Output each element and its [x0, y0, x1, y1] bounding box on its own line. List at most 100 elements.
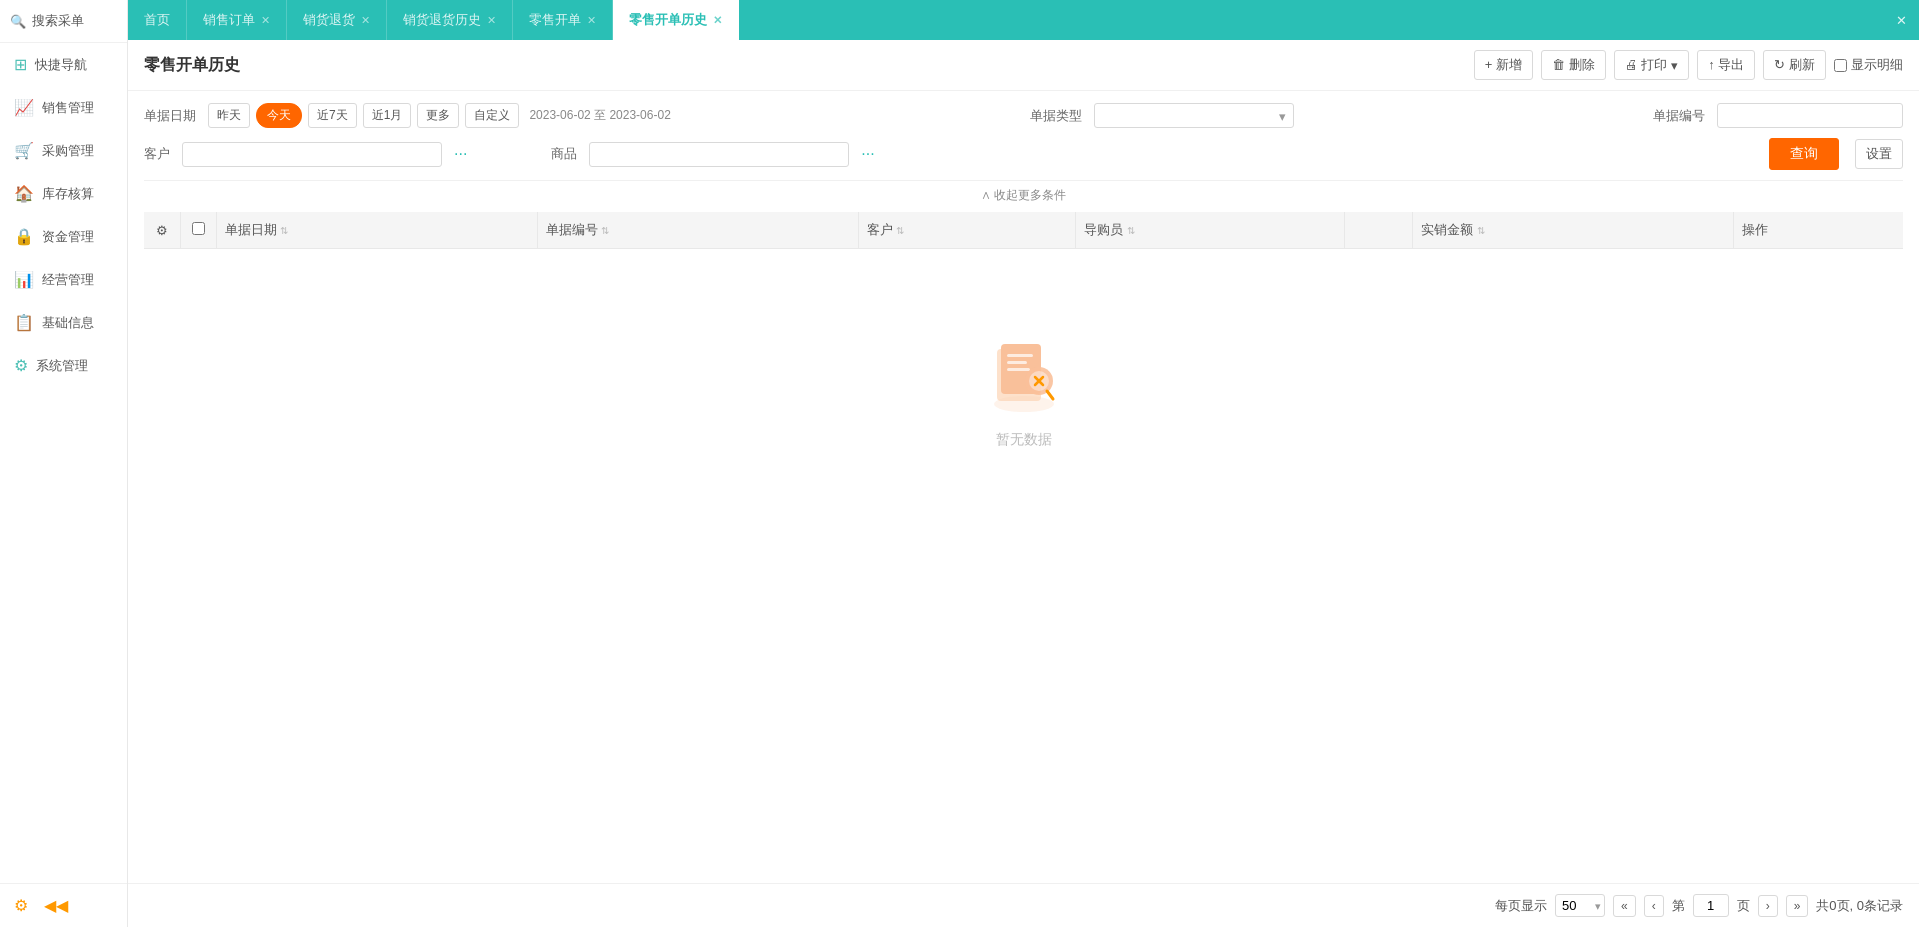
finance-icon: 🔒: [14, 227, 34, 246]
page-suffix: 页: [1737, 897, 1750, 915]
main-content: 首页 销售订单 ✕ 销货退货 ✕ 销货退货历史 ✕ 零售开单 ✕ 零售开单历史 …: [128, 0, 1919, 927]
filter-row-customer: 客户 ··· 商品 ··· 查询 设置: [144, 138, 1903, 170]
tab-retail-open[interactable]: 零售开单 ✕: [513, 0, 613, 40]
sidebar-item-label: 快捷导航: [35, 56, 87, 74]
display-detail-checkbox[interactable]: 显示明细: [1834, 56, 1903, 74]
display-detail-input[interactable]: [1834, 59, 1847, 72]
th-number[interactable]: 单据编号 ⇅: [537, 212, 858, 249]
sidebar-item-inventory[interactable]: 🏠 库存核算: [0, 172, 127, 215]
number-input[interactable]: [1717, 103, 1903, 128]
sidebar-item-system[interactable]: ⚙ 系统管理: [0, 344, 127, 387]
tab-sales-return[interactable]: 销货退货 ✕: [287, 0, 387, 40]
goods-dots-btn[interactable]: ···: [861, 145, 874, 163]
sidebar-search[interactable]: 🔍 搜索采单: [0, 0, 127, 43]
goods-input[interactable]: [589, 142, 849, 167]
th-checkbox[interactable]: [180, 212, 216, 249]
tab-retail-open-history-label: 零售开单历史: [629, 11, 707, 29]
type-select[interactable]: [1094, 103, 1294, 128]
table-header-row: ⚙ 单据日期 ⇅ 单据编号 ⇅: [144, 212, 1903, 249]
export-button[interactable]: ↑ 导出: [1697, 50, 1755, 80]
next-page-btn[interactable]: ›: [1758, 895, 1778, 917]
settings-button[interactable]: 设置: [1855, 139, 1903, 169]
tab-retail-open-history[interactable]: 零售开单历史 ✕: [613, 0, 739, 40]
tab-retail-open-close[interactable]: ✕: [587, 14, 596, 27]
tab-retail-open-history-close[interactable]: ✕: [713, 14, 722, 27]
th-guide[interactable]: 导购员 ⇅: [1076, 212, 1345, 249]
date-7days-btn[interactable]: 近7天: [308, 103, 357, 128]
th-amount[interactable]: 实销金额 ⇅: [1413, 212, 1734, 249]
sidebar-item-sales-mgmt[interactable]: 📈 销售管理: [0, 86, 127, 129]
th-spacer: [1345, 212, 1413, 249]
empty-state: 暂无数据: [144, 249, 1903, 529]
delete-button[interactable]: 🗑 删除: [1541, 50, 1606, 80]
customer-input[interactable]: [182, 142, 442, 167]
th-customer[interactable]: 客户 ⇅: [858, 212, 1076, 249]
date-custom-btn[interactable]: 自定义: [465, 103, 519, 128]
svg-rect-4: [1007, 361, 1027, 364]
settings-bottom-icon[interactable]: ⚙: [14, 896, 28, 915]
basic-info-icon: 📋: [14, 313, 34, 332]
number-filter-label: 单据编号: [1653, 107, 1705, 125]
sidebar-item-label: 采购管理: [42, 142, 94, 160]
collapse-bar[interactable]: ∧ 收起更多条件: [144, 180, 1903, 212]
sidebar-bottom: ⚙ ◀◀: [0, 883, 127, 927]
page-size-select[interactable]: 10 20 50 100: [1555, 894, 1605, 917]
filter-row-date: 单据日期 昨天 今天 近7天 近1月 更多 自定义 2023-06-02 至 2…: [144, 103, 1903, 128]
tab-sales-return-history-label: 销货退货历史: [403, 11, 481, 29]
date-yesterday-btn[interactable]: 昨天: [208, 103, 250, 128]
sidebar-item-purchase-mgmt[interactable]: 🛒 采购管理: [0, 129, 127, 172]
window-close-icon[interactable]: ✕: [1896, 13, 1907, 28]
tab-sales-return-history-close[interactable]: ✕: [487, 14, 496, 27]
print-label: 🖨 打印: [1625, 56, 1668, 74]
refresh-button[interactable]: ↻ 刷新: [1763, 50, 1826, 80]
sidebar-item-operation[interactable]: 📊 经营管理: [0, 258, 127, 301]
prev-page-btn[interactable]: ‹: [1644, 895, 1664, 917]
svg-rect-3: [1007, 354, 1033, 357]
page-size-wrap: 10 20 50 100: [1555, 894, 1605, 917]
total-info: 共0页, 0条记录: [1816, 897, 1903, 915]
print-arrow-icon: ▾: [1671, 58, 1678, 73]
date-today-btn[interactable]: 今天: [256, 103, 302, 128]
customer-dots-btn[interactable]: ···: [454, 145, 467, 163]
collapse-sidebar-icon[interactable]: ◀◀: [44, 896, 68, 915]
add-button[interactable]: + 新增: [1474, 50, 1533, 80]
goods-filter-label: 商品: [551, 145, 577, 163]
date-month-btn[interactable]: 近1月: [363, 103, 412, 128]
sort-amount-icon: ⇅: [1477, 225, 1485, 236]
sidebar-item-quick-nav[interactable]: ⊞ 快捷导航: [0, 43, 127, 86]
sort-number-icon: ⇅: [601, 225, 609, 236]
th-action: 操作: [1734, 212, 1903, 249]
page-content: 零售开单历史 + 新增 🗑 删除 🖨 打印 ▾ ↑ 导出 ↻ 刷新 显示明细 单…: [128, 40, 1919, 927]
query-button[interactable]: 查询: [1769, 138, 1839, 170]
sort-date-icon: ⇅: [280, 225, 288, 236]
sort-guide-icon: ⇅: [1127, 225, 1135, 236]
sidebar-item-finance[interactable]: 🔒 资金管理: [0, 215, 127, 258]
search-icon: 🔍: [10, 14, 26, 29]
th-date[interactable]: 单据日期 ⇅: [216, 212, 537, 249]
purchase-mgmt-icon: 🛒: [14, 141, 34, 160]
sidebar-item-label: 库存核算: [42, 185, 94, 203]
sidebar-item-label: 经营管理: [42, 271, 94, 289]
last-page-btn[interactable]: »: [1786, 895, 1809, 917]
tab-sales-return-history[interactable]: 销货退货历史 ✕: [387, 0, 513, 40]
tab-home-label: 首页: [144, 11, 170, 29]
print-button[interactable]: 🖨 打印 ▾: [1614, 50, 1690, 80]
tab-home[interactable]: 首页: [128, 0, 187, 40]
date-more-btn[interactable]: 更多: [417, 103, 459, 128]
select-all-checkbox[interactable]: [192, 222, 205, 235]
th-settings[interactable]: ⚙: [144, 212, 180, 249]
sidebar-search-label: 搜索采单: [32, 12, 84, 30]
current-page-input[interactable]: [1693, 894, 1729, 917]
pagination-bar: 每页显示 10 20 50 100 « ‹ 第 页 › » 共0页, 0条记录: [128, 883, 1919, 927]
sort-customer-icon: ⇅: [896, 225, 904, 236]
tab-sales-order-close[interactable]: ✕: [261, 14, 270, 27]
collapse-label: ∧ 收起更多条件: [981, 188, 1066, 202]
sidebar-item-basic-info[interactable]: 📋 基础信息: [0, 301, 127, 344]
empty-icon: [979, 329, 1069, 419]
data-table: ⚙ 单据日期 ⇅ 单据编号 ⇅: [144, 212, 1903, 529]
customer-filter-label: 客户: [144, 145, 170, 163]
first-page-btn[interactable]: «: [1613, 895, 1636, 917]
tab-sales-order[interactable]: 销售订单 ✕: [187, 0, 287, 40]
svg-rect-5: [1007, 368, 1030, 371]
tab-sales-return-close[interactable]: ✕: [361, 14, 370, 27]
